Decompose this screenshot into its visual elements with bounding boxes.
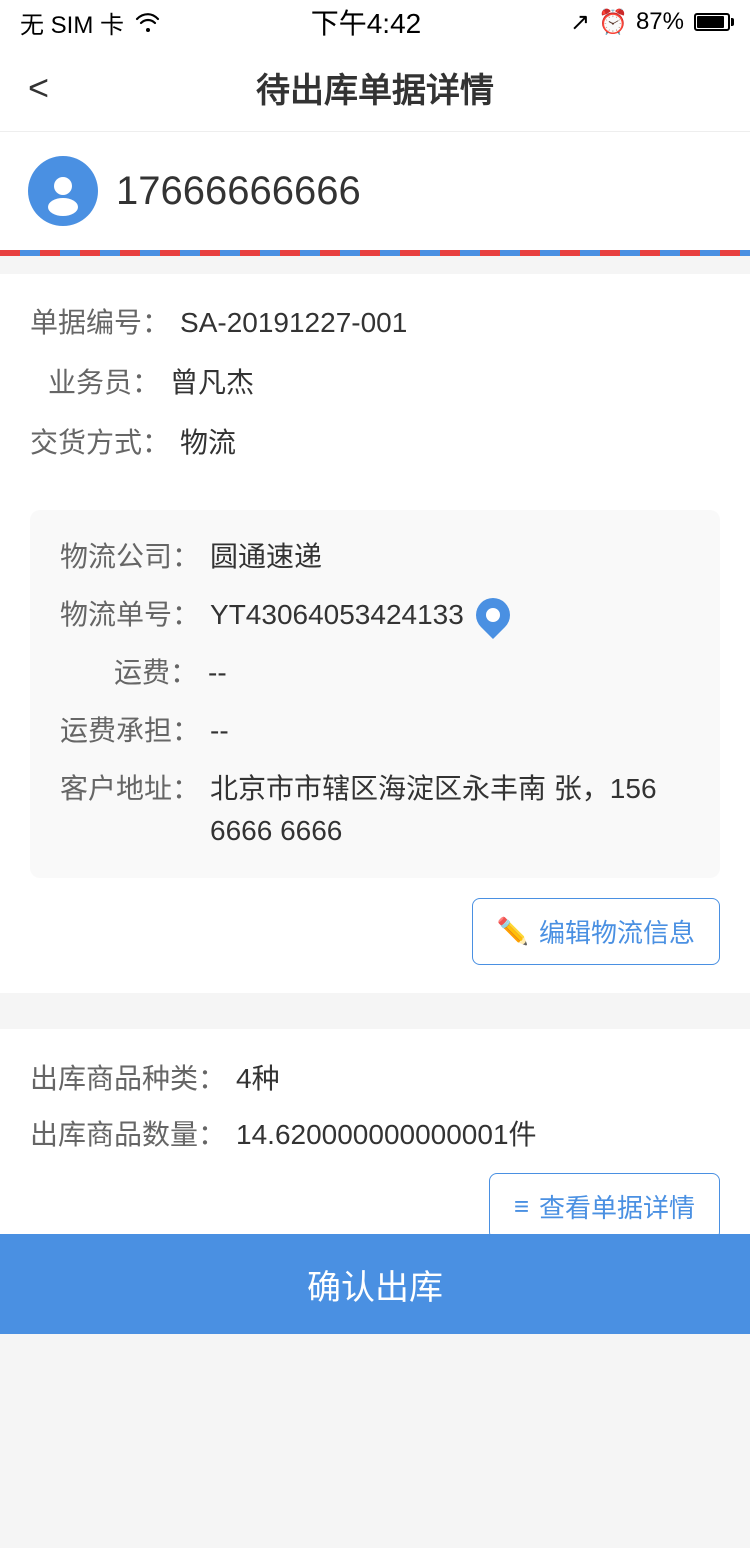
salesman-row: 业务员： 曾凡杰 xyxy=(30,362,720,404)
address-row: 客户地址： 北京市市辖区海淀区永丰南 张，156 6666 6666 xyxy=(60,768,690,852)
alarm-icon: ⏰ xyxy=(598,8,628,37)
freight-value: -- xyxy=(208,652,690,694)
logistics-company-value: 圆通速递 xyxy=(210,536,690,578)
confirm-bar[interactable]: 确认出库 xyxy=(0,1234,750,1334)
salesman-value: 曾凡杰 xyxy=(170,362,720,404)
status-bar: 无 SIM 卡 下午4:42 ↗ ⏰ 87% xyxy=(0,0,750,44)
delivery-row: 交货方式： 物流 xyxy=(30,422,720,464)
order-no-label: 单据编号： xyxy=(30,302,180,344)
logistics-company-row: 物流公司： 圆通速递 xyxy=(60,536,690,578)
logistics-tracking-label: 物流单号： xyxy=(60,594,210,636)
goods-section: 出库商品种类： 4种 出库商品数量： 14.620000000000001件 ≡… xyxy=(0,1029,750,1268)
customer-phone: 17666666666 xyxy=(116,169,361,214)
detail-icon: ≡ xyxy=(514,1191,529,1222)
logistics-tracking-row: 物流单号： YT43064053424133 xyxy=(60,594,690,636)
address-value: 北京市市辖区海淀区永丰南 张，156 6666 6666 xyxy=(210,768,690,852)
logistics-section: 物流公司： 圆通速递 物流单号： YT43064053424133 运费： --… xyxy=(0,492,750,993)
goods-types-row: 出库商品种类： 4种 xyxy=(30,1057,720,1097)
edit-btn-area: ✏️ 编辑物流信息 xyxy=(30,898,720,965)
status-time: 下午4:42 xyxy=(311,2,422,42)
address-label: 客户地址： xyxy=(60,768,210,810)
view-detail-label: 查看单据详情 xyxy=(539,1188,695,1225)
logistics-card: 物流公司： 圆通速递 物流单号： YT43064053424133 运费： --… xyxy=(30,510,720,878)
back-button[interactable]: < xyxy=(28,67,49,109)
logistics-company-label: 物流公司： xyxy=(60,536,210,578)
goods-types-value: 4种 xyxy=(236,1057,280,1097)
order-info-section: 单据编号： SA-20191227-001 业务员： 曾凡杰 交货方式： 物流 xyxy=(0,274,750,492)
goods-quantity-label: 出库商品数量： xyxy=(30,1113,236,1153)
dashed-divider xyxy=(0,250,750,256)
status-right: ↗ ⏰ 87% xyxy=(570,8,730,37)
nav-bar: < 待出库单据详情 xyxy=(0,44,750,132)
edit-logistics-button[interactable]: ✏️ 编辑物流信息 xyxy=(472,898,720,965)
avatar xyxy=(28,156,98,226)
freight-label: 运费： xyxy=(60,652,208,694)
confirm-button[interactable]: 确认出库 xyxy=(307,1260,443,1309)
goods-quantity-row: 出库商品数量： 14.620000000000001件 xyxy=(30,1113,720,1153)
customer-header: 17666666666 xyxy=(0,132,750,250)
goods-types-label: 出库商品种类： xyxy=(30,1057,236,1097)
freight-bearer-label: 运费承担： xyxy=(60,710,210,752)
view-detail-button[interactable]: ≡ 查看单据详情 xyxy=(489,1173,720,1240)
freight-bearer-value: -- xyxy=(210,710,690,752)
carrier-text: 无 SIM 卡 xyxy=(20,5,124,40)
section-divider xyxy=(0,993,750,1011)
order-no-row: 单据编号： SA-20191227-001 xyxy=(30,302,720,344)
logistics-tracking-value: YT43064053424133 xyxy=(210,594,690,636)
delivery-label: 交货方式： xyxy=(30,422,180,464)
location-pin-icon[interactable] xyxy=(469,591,517,639)
delivery-value: 物流 xyxy=(180,422,720,464)
battery-text: 87% xyxy=(636,8,684,36)
battery-icon xyxy=(694,13,730,31)
salesman-label: 业务员： xyxy=(30,362,170,404)
goods-quantity-value: 14.620000000000001件 xyxy=(236,1113,537,1153)
page-title: 待出库单据详情 xyxy=(256,63,494,112)
detail-btn-area: ≡ 查看单据详情 xyxy=(30,1173,720,1240)
status-left: 无 SIM 卡 xyxy=(20,5,162,40)
order-no-value: SA-20191227-001 xyxy=(180,302,720,344)
freight-bearer-row: 运费承担： -- xyxy=(60,710,690,752)
wifi-icon xyxy=(134,12,162,32)
location-icon: ↗ xyxy=(570,8,590,37)
freight-row: 运费： -- xyxy=(60,652,690,694)
edit-icon: ✏️ xyxy=(497,916,529,947)
edit-logistics-label: 编辑物流信息 xyxy=(539,913,695,950)
